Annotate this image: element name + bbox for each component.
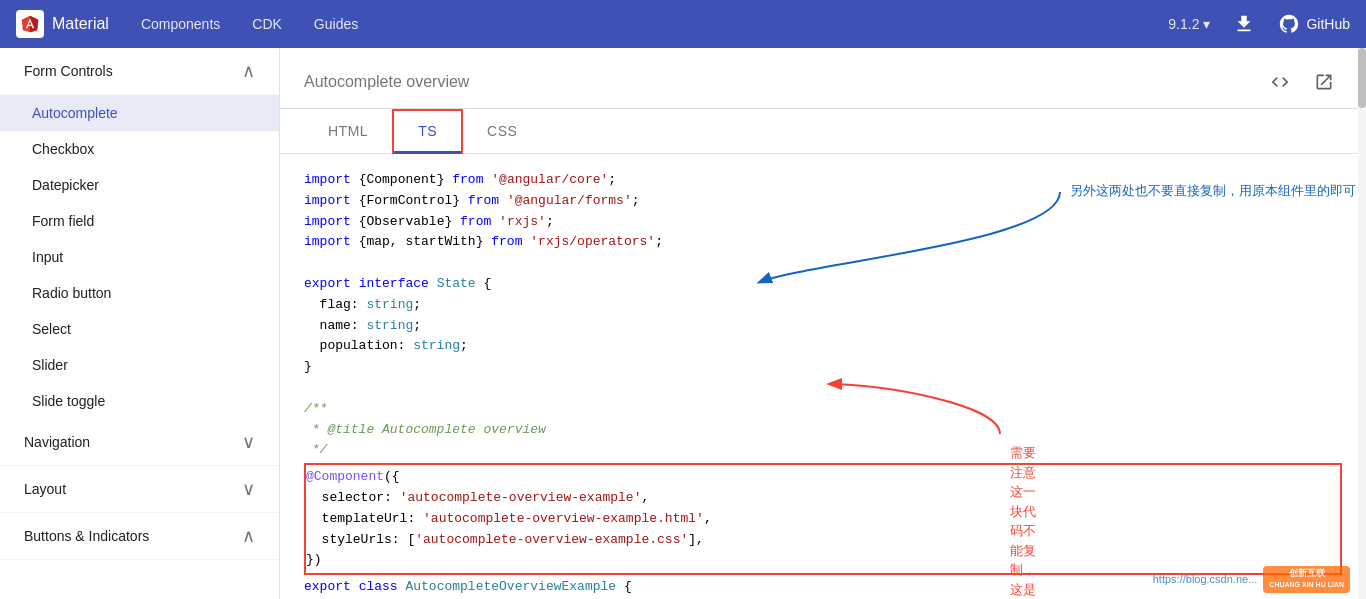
angular-logo-icon: [16, 10, 44, 38]
code-line-16: selector: 'autocomplete-overview-example…: [306, 488, 1340, 509]
form-controls-chevron-icon: ∧: [242, 60, 255, 82]
open-external-icon[interactable]: [1306, 64, 1342, 100]
sidebar-section-layout[interactable]: Layout ∨: [0, 466, 279, 513]
code-line-5: [304, 253, 1342, 274]
tab-css[interactable]: CSS: [463, 109, 541, 153]
nav-logo-text: Material: [52, 15, 109, 33]
sidebar-item-checkbox[interactable]: Checkbox: [0, 131, 279, 167]
main-content: Autocomplete overview HTML TS CSS: [280, 48, 1366, 599]
code-line-1: import {Component} from '@angular/core';: [304, 170, 1342, 191]
code-line-7: flag: string;: [304, 295, 1342, 316]
code-line-9: population: string;: [304, 336, 1342, 357]
nav-components[interactable]: Components: [141, 12, 220, 36]
sidebar: Form Controls ∧ Autocomplete Checkbox Da…: [0, 48, 280, 599]
main-layout: Form Controls ∧ Autocomplete Checkbox Da…: [0, 48, 1366, 599]
buttons-chevron-icon: ∧: [242, 525, 255, 547]
sidebar-item-slide-toggle[interactable]: Slide toggle: [0, 383, 279, 419]
top-nav: Material Components CDK Guides 9.1.2 ▾ G…: [0, 0, 1366, 48]
form-controls-label: Form Controls: [24, 63, 113, 79]
code-icon[interactable]: [1262, 64, 1298, 100]
annotation-box-component: @Component({ selector: 'autocomplete-ove…: [304, 463, 1342, 575]
nav-right: 9.1.2 ▾ GitHub: [1168, 6, 1350, 42]
content-actions: [1262, 64, 1342, 100]
sidebar-item-slider[interactable]: Slider: [0, 347, 279, 383]
navigation-chevron-icon: ∨: [242, 431, 255, 453]
code-line-2: import {FormControl} from '@angular/form…: [304, 191, 1342, 212]
nav-cdk[interactable]: CDK: [252, 12, 282, 36]
nav-logo[interactable]: Material: [16, 10, 109, 38]
page-title: Autocomplete overview: [304, 73, 469, 91]
code-line-11: [304, 378, 1342, 399]
navigation-label: Navigation: [24, 434, 90, 450]
tab-html[interactable]: HTML: [304, 109, 392, 153]
version-text: 9.1.2: [1168, 16, 1199, 32]
code-line-18: styleUrls: ['autocomplete-overview-examp…: [306, 530, 1340, 551]
sidebar-item-radio-button[interactable]: Radio button: [0, 275, 279, 311]
layout-label: Layout: [24, 481, 66, 497]
code-line-3: import {Observable} from 'rxjs';: [304, 212, 1342, 233]
sidebar-section-buttons[interactable]: Buttons & Indicators ∧: [0, 513, 279, 560]
code-line-10: }: [304, 357, 1342, 378]
content-header: Autocomplete overview: [280, 48, 1366, 109]
github-label: GitHub: [1306, 16, 1350, 32]
sidebar-item-input[interactable]: Input: [0, 239, 279, 275]
layout-chevron-icon: ∨: [242, 478, 255, 500]
download-icon[interactable]: [1226, 6, 1262, 42]
watermark: https://blog.csdn.ne... 创新互联CHUANG XIN H…: [1153, 566, 1350, 593]
watermark-logo: 创新互联CHUANG XIN HU LIAN: [1263, 566, 1350, 593]
sidebar-section-form-controls[interactable]: Form Controls ∧: [0, 48, 279, 95]
scrollbar-thumb[interactable]: [1358, 48, 1366, 108]
version-selector[interactable]: 9.1.2 ▾: [1168, 16, 1210, 32]
sidebar-item-select[interactable]: Select: [0, 311, 279, 347]
version-chevron-icon: ▾: [1203, 16, 1210, 32]
code-line-14: */: [304, 440, 1342, 461]
code-line-17: templateUrl: 'autocomplete-overview-exam…: [306, 509, 1340, 530]
sidebar-item-datepicker[interactable]: Datepicker: [0, 167, 279, 203]
code-line-6: export interface State {: [304, 274, 1342, 295]
watermark-url: https://blog.csdn.ne...: [1153, 573, 1258, 585]
code-line-12: /**: [304, 399, 1342, 420]
nav-guides[interactable]: Guides: [314, 12, 358, 36]
sidebar-section-navigation[interactable]: Navigation ∨: [0, 419, 279, 466]
github-link[interactable]: GitHub: [1278, 13, 1350, 35]
code-tabs: HTML TS CSS: [280, 109, 1366, 154]
code-line-8: name: string;: [304, 316, 1342, 337]
code-line-15: @Component({: [306, 467, 1340, 488]
code-content: import {Component} from '@angular/core';…: [280, 154, 1366, 599]
tab-ts[interactable]: TS: [392, 109, 463, 154]
scrollbar-track[interactable]: [1358, 48, 1366, 599]
buttons-label: Buttons & Indicators: [24, 528, 149, 544]
sidebar-item-form-field[interactable]: Form field: [0, 203, 279, 239]
sidebar-item-autocomplete[interactable]: Autocomplete: [0, 95, 279, 131]
code-line-13: * @title Autocomplete overview: [304, 420, 1342, 441]
code-line-4: import {map, startWith} from 'rxjs/opera…: [304, 232, 1342, 253]
